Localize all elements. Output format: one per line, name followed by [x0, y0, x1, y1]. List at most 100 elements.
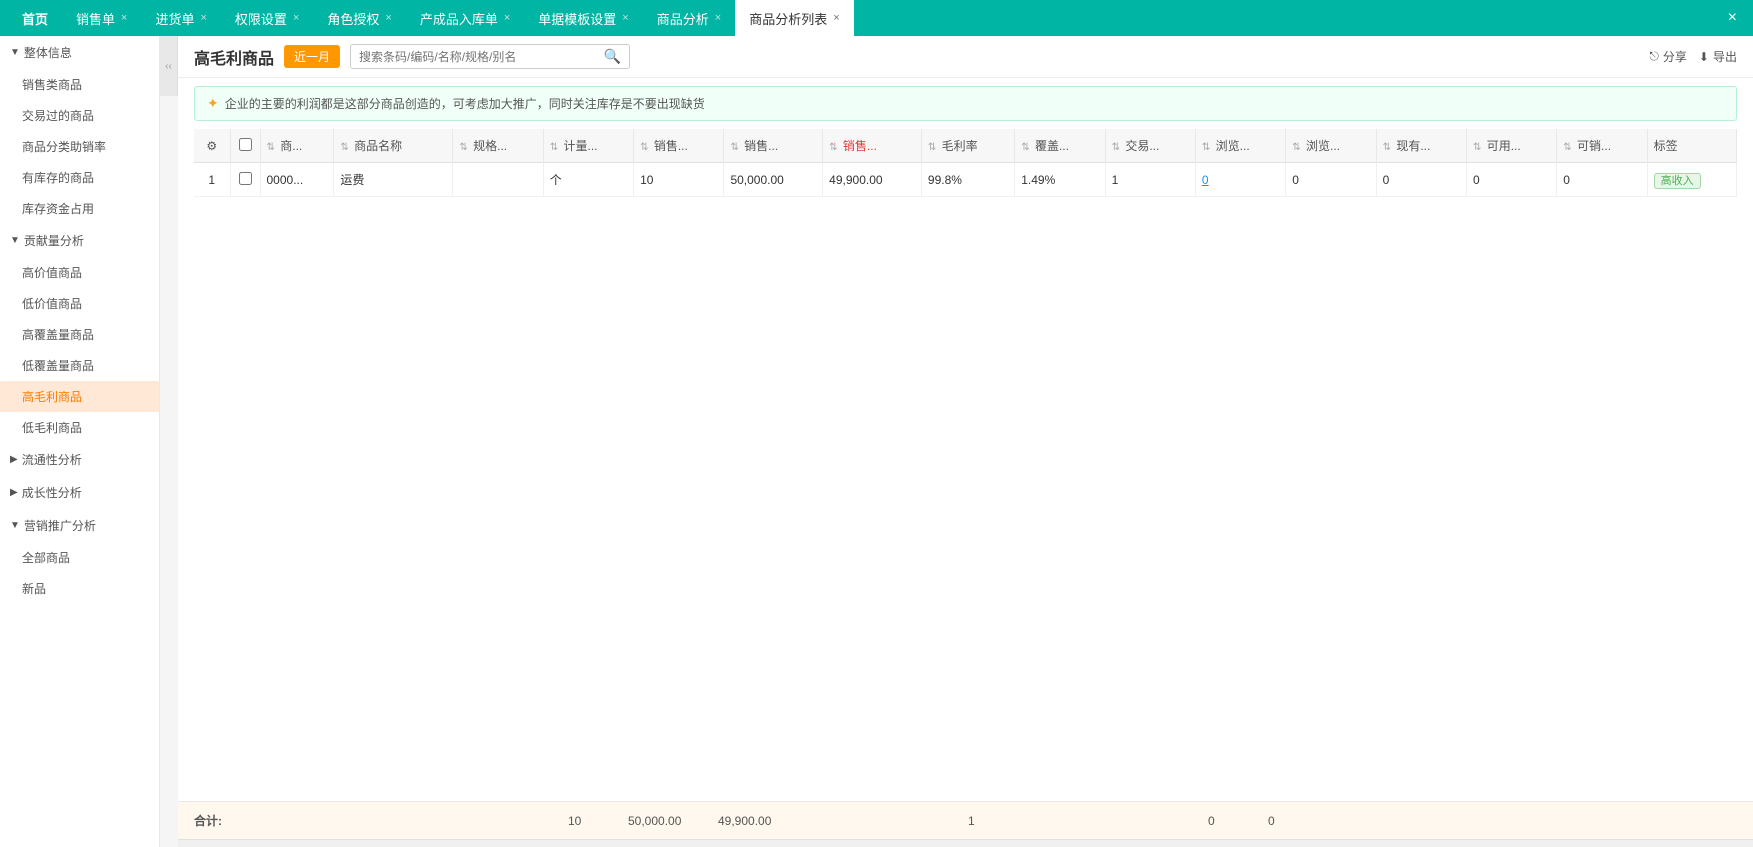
footer-cells: 10 50,000.00 49,900.00 1 0 0 [242, 814, 1737, 828]
cell-gross-margin: 99.8% [921, 163, 1014, 197]
nav-tab-permission[interactable]: 权限设置 × [221, 0, 313, 36]
chevron-left-icon: ‹‹ [165, 61, 172, 72]
table-header: ⚙ ⇅ 商... ⇅ 商品名称 [194, 129, 1737, 163]
nav-tab-goods-list[interactable]: 商品分析列表 × [735, 0, 853, 36]
select-all-checkbox[interactable] [239, 138, 252, 151]
data-table: ⚙ ⇅ 商... ⇅ 商品名称 [194, 129, 1737, 197]
sidebar-item-all-goods[interactable]: 全部商品 [0, 542, 159, 573]
col-trade[interactable]: ⇅ 交易... [1105, 129, 1195, 163]
period-button[interactable]: 近一月 [284, 45, 340, 68]
arrow-right-icon: ▶ [10, 487, 18, 498]
sidebar-item-low-coverage[interactable]: 低覆盖量商品 [0, 350, 159, 381]
col-name[interactable]: ⇅ 商品名称 [334, 129, 453, 163]
col-coverage[interactable]: ⇅ 覆盖... [1015, 129, 1105, 163]
footer-sales-qty: 10 [562, 814, 622, 828]
cell-sales-qty: 10 [634, 163, 724, 197]
close-icon[interactable]: × [833, 12, 839, 24]
sidebar-item-high-coverage[interactable]: 高覆盖量商品 [0, 319, 159, 350]
sort-icon: ⇅ [550, 142, 558, 153]
col-gross-margin[interactable]: ⇅ 毛利率 [921, 129, 1014, 163]
footer-spacer3 [1022, 814, 1112, 828]
sidebar-group-contribution[interactable]: ▼ 贡献量分析 [0, 224, 159, 257]
tag-badge: 高收入 [1654, 173, 1701, 189]
table-container: ⚙ ⇅ 商... ⇅ 商品名称 [178, 129, 1753, 801]
col-index: ⚙ [194, 129, 230, 163]
nav-tab-sales[interactable]: 销售单 × [62, 0, 141, 36]
col-sales-amt[interactable]: ⇅ 销售... [724, 129, 823, 163]
sidebar-item-low-margin[interactable]: 低毛利商品 [0, 412, 159, 443]
sidebar-collapse-button[interactable]: ‹‹ [160, 36, 178, 96]
export-icon: ⬇ [1699, 50, 1709, 64]
col-sales-cost[interactable]: ⇅ 销售... [823, 129, 922, 163]
sidebar-group-marketing-label: 营销推广分析 [24, 517, 96, 534]
close-all-tabs[interactable]: × [1720, 9, 1745, 27]
sidebar-group-overview[interactable]: ▼ 整体信息 [0, 36, 159, 69]
nav-tab-product-in[interactable]: 产成品入库单 × [406, 0, 524, 36]
cell-views1[interactable]: 0 [1195, 163, 1285, 197]
sidebar-item-low-value[interactable]: 低价值商品 [0, 288, 159, 319]
cell-current-stock: 0 [1376, 163, 1466, 197]
cell-sales-amt: 50,000.00 [724, 163, 823, 197]
nav-tab-home[interactable]: 首页 [8, 0, 62, 36]
col-views1[interactable]: ⇅ 浏览... [1195, 129, 1285, 163]
export-button[interactable]: ⬇ 导出 [1699, 48, 1737, 65]
sidebar-item-sales-goods[interactable]: 销售类商品 [0, 69, 159, 100]
col-available[interactable]: ⇅ 可用... [1466, 129, 1556, 163]
close-icon[interactable]: × [385, 12, 391, 24]
close-icon[interactable]: × [200, 12, 206, 24]
row-checkbox[interactable] [239, 172, 252, 185]
sidebar-item-traded-goods[interactable]: 交易过的商品 [0, 100, 159, 131]
content-area: 高毛利商品 近一月 🔍 ⎋ 分享 ⬇ 导出 ✦ 企业的主要的利润都是这部分商品创… [178, 36, 1753, 847]
sidebar-item-high-margin[interactable]: 高毛利商品 [0, 381, 159, 412]
footer-available: 0 [1262, 814, 1322, 828]
nav-tab-goods-analysis[interactable]: 商品分析 × [643, 0, 735, 36]
sidebar-group-growth[interactable]: ▶ 成长性分析 [0, 476, 159, 509]
sidebar-group-overview-label: 整体信息 [24, 44, 72, 61]
sort-icon: ⇅ [1021, 142, 1029, 153]
close-icon[interactable]: × [293, 12, 299, 24]
footer-bar: 合计: 10 50,000.00 49,900.00 1 0 0 [178, 801, 1753, 839]
col-code[interactable]: ⇅ 商... [260, 129, 334, 163]
share-button[interactable]: ⎋ 分享 [1649, 48, 1687, 65]
share-icon: ⎋ [1649, 49, 1659, 64]
cell-trade: 1 [1105, 163, 1195, 197]
sidebar-group-liquidity[interactable]: ▶ 流通性分析 [0, 443, 159, 476]
sidebar-item-new-goods[interactable]: 新品 [0, 573, 159, 604]
col-spec[interactable]: ⇅ 规格... [453, 129, 543, 163]
settings-icon[interactable]: ⚙ [206, 139, 217, 153]
bottom-scrollbar[interactable] [178, 839, 1753, 847]
nav-tab-purchase[interactable]: 进货单 × [141, 0, 220, 36]
nav-tab-role[interactable]: 角色授权 × [313, 0, 405, 36]
col-saleable[interactable]: ⇅ 可销... [1557, 129, 1647, 163]
sidebar-group-marketing[interactable]: ▼ 营销推广分析 [0, 509, 159, 542]
close-icon[interactable]: × [622, 12, 628, 24]
col-tag: 标签 [1647, 129, 1736, 163]
sidebar-item-category-rate[interactable]: 商品分类助销率 [0, 131, 159, 162]
col-views2[interactable]: ⇅ 浏览... [1286, 129, 1376, 163]
close-icon[interactable]: × [715, 12, 721, 24]
sort-icon: ⇅ [1383, 142, 1391, 153]
search-icon[interactable]: 🔍 [604, 48, 621, 65]
sort-icon: ⇅ [928, 142, 936, 153]
sidebar-item-stock-capital[interactable]: 库存资金占用 [0, 193, 159, 224]
col-unit[interactable]: ⇅ 计量... [543, 129, 633, 163]
cell-unit: 个 [543, 163, 633, 197]
sidebar-item-high-value[interactable]: 高价值商品 [0, 257, 159, 288]
sort-icon: ⇅ [1292, 142, 1300, 153]
nav-tab-goods-analysis-label: 商品分析 [657, 9, 709, 28]
col-current-stock[interactable]: ⇅ 现有... [1376, 129, 1466, 163]
page-title: 高毛利商品 [194, 45, 274, 69]
cell-name: 运费 [334, 163, 453, 197]
search-input[interactable] [359, 50, 604, 64]
sidebar-item-in-stock[interactable]: 有库存的商品 [0, 162, 159, 193]
sort-icon: ⇅ [730, 142, 738, 153]
close-icon[interactable]: × [121, 12, 127, 24]
nav-tab-template[interactable]: 单据模板设置 × [524, 0, 642, 36]
sidebar-group-contribution-label: 贡献量分析 [24, 232, 84, 249]
sort-icon: ⇅ [1202, 142, 1210, 153]
close-icon[interactable]: × [504, 12, 510, 24]
footer-spacer2 [802, 814, 962, 828]
arrow-down-icon: ▼ [10, 520, 20, 531]
col-sales-qty[interactable]: ⇅ 销售... [634, 129, 724, 163]
cell-views2: 0 [1286, 163, 1376, 197]
